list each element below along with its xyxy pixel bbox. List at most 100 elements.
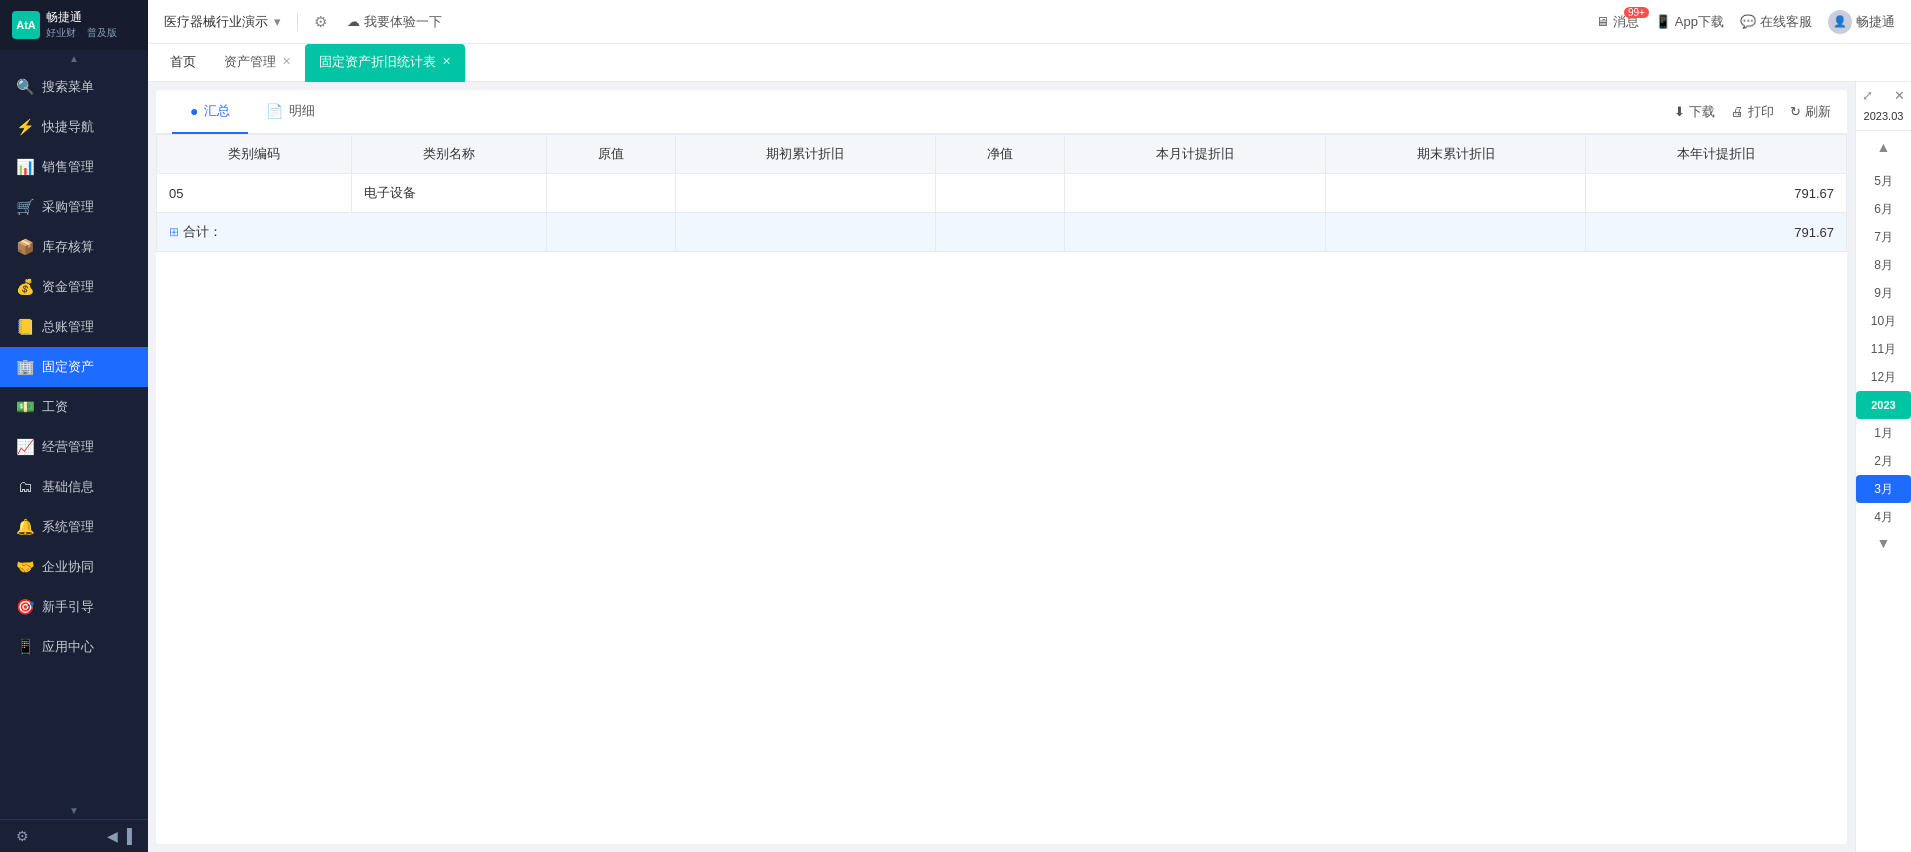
rp-month-12[interactable]: 12月 (1856, 363, 1911, 391)
sidebar-item-label: 企业协同 (42, 558, 94, 576)
rp-month-6[interactable]: 6月 (1856, 195, 1911, 223)
total-monthly-dep (1065, 213, 1326, 252)
sidebar-item-app[interactable]: 📱 应用中心 (0, 627, 148, 667)
tab-asset-mgmt-close[interactable]: ✕ (282, 55, 291, 68)
sidebar-item-wage[interactable]: 💵 工资 (0, 387, 148, 427)
rp-month-4[interactable]: 4月 (1856, 503, 1911, 531)
rp-expand-button[interactable]: ⤢ (1862, 88, 1873, 103)
company-selector[interactable]: 医疗器械行业演示 ▾ (164, 13, 281, 31)
total-net-value (936, 213, 1065, 252)
sidebar-item-enterprise[interactable]: 🤝 企业协同 (0, 547, 148, 587)
cell-code: 05 (157, 174, 352, 213)
operation-icon: 📈 (16, 438, 34, 456)
table-row: 05 电子设备 791.67 (157, 174, 1847, 213)
sidebar-nav: 🔍 搜索菜单 ⚡ 快捷导航 📊 销售管理 🛒 采购管理 📦 库存核算 💰 资金管… (0, 67, 148, 802)
tab-depreciation[interactable]: 固定资产折旧统计表 ✕ (305, 44, 465, 82)
sidebar-item-fixed[interactable]: 🏢 固定资产 (0, 347, 148, 387)
sidebar-item-label: 资金管理 (42, 278, 94, 296)
sidebar-item-capital[interactable]: 💰 资金管理 (0, 267, 148, 307)
cell-initial-dep (675, 174, 936, 213)
rp-month-8[interactable]: 8月 (1856, 251, 1911, 279)
user-button[interactable]: 👤 畅捷通 (1828, 10, 1895, 34)
cell-original (546, 174, 675, 213)
subtab-summary-label: 汇总 (204, 102, 230, 120)
app-title: 畅捷通 (46, 10, 117, 26)
company-dropdown-icon: ▾ (274, 14, 281, 29)
cell-name: 电子设备 (351, 174, 546, 213)
rp-month-3[interactable]: 3月 (1856, 475, 1911, 503)
depreciation-table: 类别编码 类别名称 原值 期初累计折旧 净值 本月计提折旧 期末累计折旧 本年计… (156, 134, 1847, 252)
rp-close-button[interactable]: ✕ (1894, 88, 1905, 103)
sidebar-item-label: 新手引导 (42, 598, 94, 616)
experience-button[interactable]: ☁ 我要体验一下 (347, 13, 442, 31)
rp-month-5[interactable]: 5月 (1856, 167, 1911, 195)
detail-icon: 📄 (266, 103, 283, 119)
table-header-row: 类别编码 类别名称 原值 期初累计折旧 净值 本月计提折旧 期末累计折旧 本年计… (157, 135, 1847, 174)
rp-month-11[interactable]: 11月 (1856, 335, 1911, 363)
main-content: 医疗器械行业演示 ▾ ⚙ ☁ 我要体验一下 🖥 消息 99+ 📱 App下载 💬… (148, 0, 1911, 852)
sidebar-item-label: 应用中心 (42, 638, 94, 656)
avatar: 👤 (1828, 10, 1852, 34)
expand-icon[interactable]: ⊞ (169, 225, 179, 239)
subtab-summary[interactable]: ● 汇总 (172, 90, 248, 134)
cell-monthly-dep (1065, 174, 1326, 213)
sidebar-item-search[interactable]: 🔍 搜索菜单 (0, 67, 148, 107)
tab-depreciation-close[interactable]: ✕ (442, 55, 451, 68)
sidebar-scroll-down[interactable]: ▼ (0, 802, 148, 819)
quick-icon: ⚡ (16, 118, 34, 136)
sidebar-item-label: 总账管理 (42, 318, 94, 336)
sidebar-item-ledger[interactable]: 📒 总账管理 (0, 307, 148, 347)
sidebar-item-basic[interactable]: 🗂 基础信息 (0, 467, 148, 507)
col-monthly-dep: 本月计提折旧 (1065, 135, 1326, 174)
sidebar-item-label: 经营管理 (42, 438, 94, 456)
app-icon: 📱 (16, 638, 34, 656)
refresh-button[interactable]: ↻ 刷新 (1790, 103, 1831, 121)
sidebar-item-sales[interactable]: 📊 销售管理 (0, 147, 148, 187)
topbar-settings-icon[interactable]: ⚙ (314, 13, 327, 31)
sidebar-item-label: 销售管理 (42, 158, 94, 176)
wage-icon: 💵 (16, 398, 34, 416)
tab-home[interactable]: 首页 (156, 44, 210, 82)
service-button[interactable]: 💬 在线客服 (1740, 13, 1812, 31)
settings-icon[interactable]: ⚙ (16, 828, 29, 844)
rp-months-section: 5月 6月 7月 8月 9月 10月 11月 12月 2023 1月 2月 3月… (1856, 167, 1911, 531)
sidebar-item-label: 基础信息 (42, 478, 94, 496)
sidebar-item-quick[interactable]: ⚡ 快捷导航 (0, 107, 148, 147)
total-label-cell: ⊞ 合计： (157, 213, 547, 252)
logo-icon: AtA (12, 11, 40, 39)
tab-home-label: 首页 (170, 53, 196, 71)
rp-year-tag[interactable]: 2023 (1856, 391, 1911, 419)
rp-nav-down[interactable]: ▼ (1873, 531, 1895, 555)
sidebar-item-guide[interactable]: 🎯 新手引导 (0, 587, 148, 627)
capital-icon: 💰 (16, 278, 34, 296)
sidebar-item-system[interactable]: 🔔 系统管理 (0, 507, 148, 547)
app-download-label: App下载 (1675, 13, 1724, 31)
col-ending-dep: 期末累计折旧 (1325, 135, 1586, 174)
rp-month-7[interactable]: 7月 (1856, 223, 1911, 251)
experience-label: 我要体验一下 (364, 13, 442, 31)
sidebar-header: AtA 畅捷通 好业财 普及版 (0, 0, 148, 50)
rp-month-2[interactable]: 2月 (1856, 447, 1911, 475)
app-download-button[interactable]: 📱 App下载 (1655, 13, 1724, 31)
message-button[interactable]: 🖥 消息 99+ (1596, 13, 1639, 31)
rp-month-1[interactable]: 1月 (1856, 419, 1911, 447)
rp-month-9[interactable]: 9月 (1856, 279, 1911, 307)
rp-nav-up[interactable]: ▲ (1873, 135, 1895, 159)
total-yearly-dep: 791.67 (1586, 213, 1847, 252)
collapse-icon[interactable]: ◀ ▐ (107, 828, 132, 844)
rp-month-10[interactable]: 10月 (1856, 307, 1911, 335)
sidebar-scroll-up[interactable]: ▲ (0, 50, 148, 67)
subtab-detail[interactable]: 📄 明细 (248, 90, 333, 134)
sidebar-item-inventory[interactable]: 📦 库存核算 (0, 227, 148, 267)
col-code: 类别编码 (157, 135, 352, 174)
sidebar-item-label: 搜索菜单 (42, 78, 94, 96)
download-button[interactable]: ⬇ 下载 (1674, 103, 1715, 121)
app-subtitle: 好业财 普及版 (46, 26, 117, 40)
tab-asset-mgmt[interactable]: 资产管理 ✕ (210, 44, 305, 82)
sidebar-item-purchase[interactable]: 🛒 采购管理 (0, 187, 148, 227)
main-body: ● 汇总 📄 明细 ⬇ 下载 🖨 打印 (148, 82, 1911, 852)
print-button[interactable]: 🖨 打印 (1731, 103, 1774, 121)
total-ending-dep (1325, 213, 1586, 252)
print-icon: 🖨 (1731, 104, 1744, 119)
sidebar-item-operation[interactable]: 📈 经营管理 (0, 427, 148, 467)
